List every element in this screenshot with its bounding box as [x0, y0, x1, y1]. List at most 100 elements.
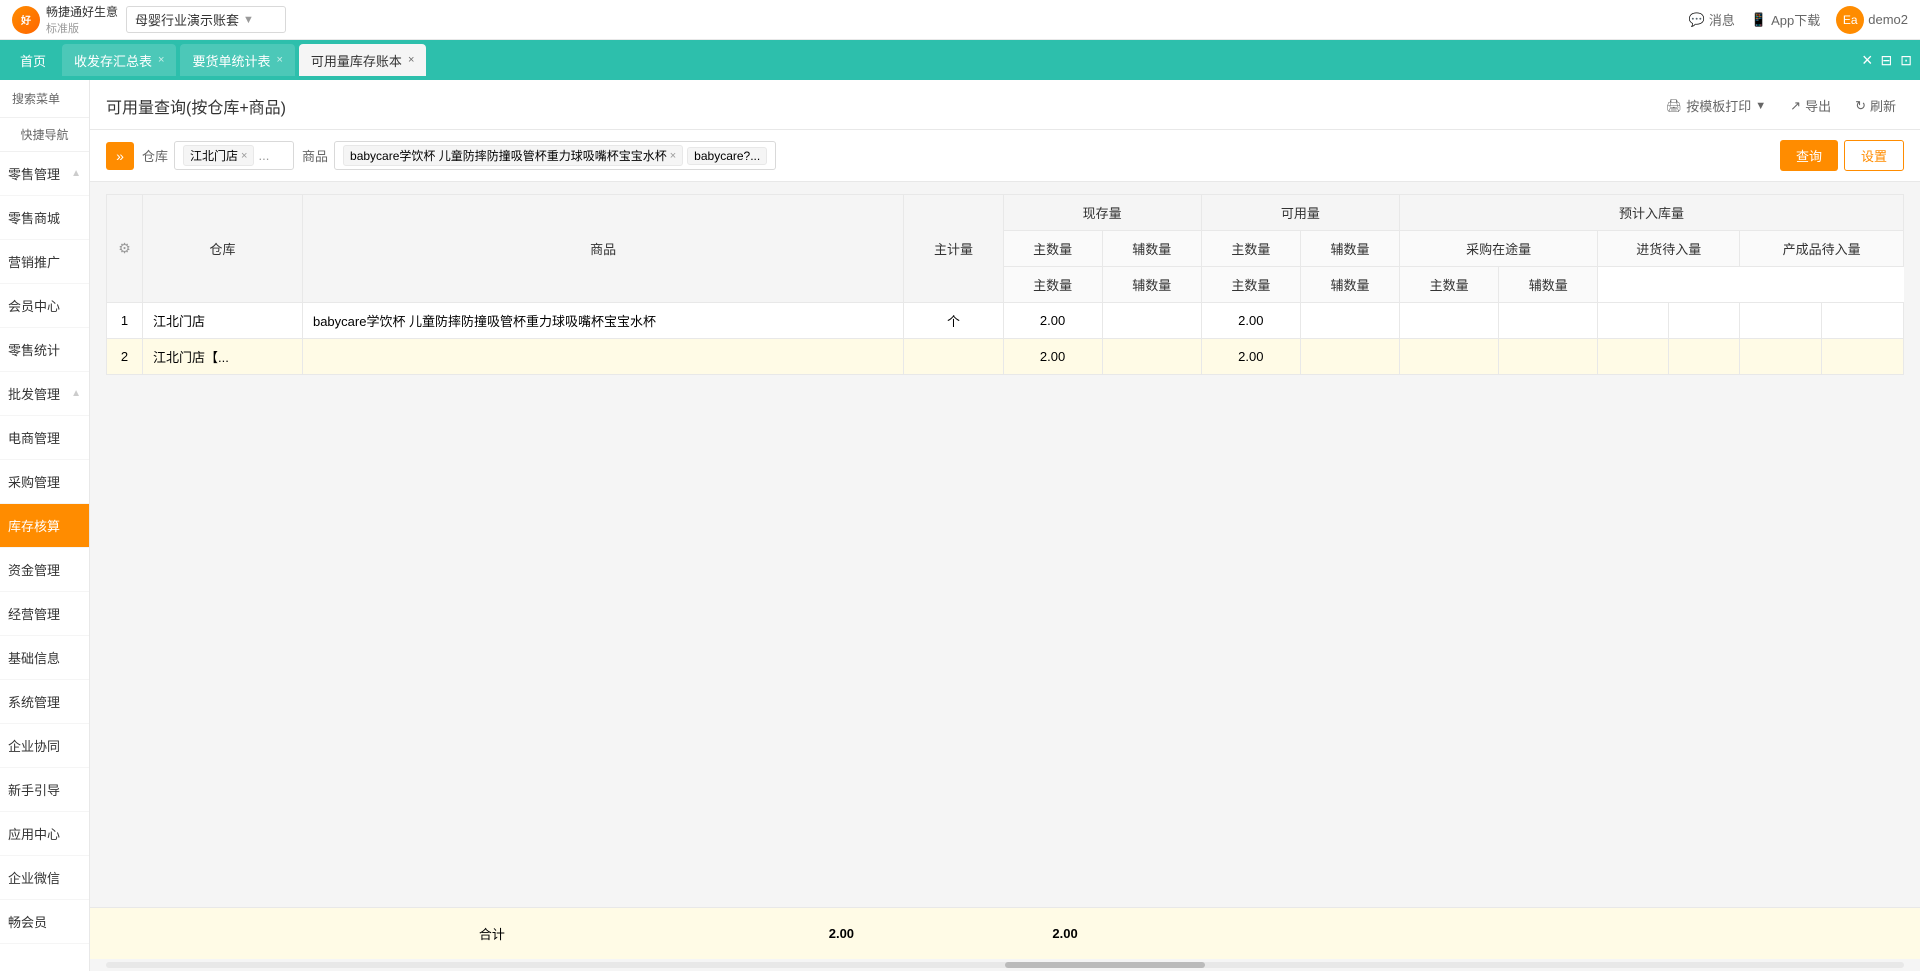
row-stock-aux: [1102, 339, 1201, 375]
app-download-btn[interactable]: 📱 App下载: [1751, 10, 1820, 29]
table-container: ⚙ 仓库 商品 主计量 现存量 可用量 预计入库量 主数量 辅数量 主数量 辅数…: [90, 182, 1920, 907]
page-title: 可用量查询(按仓库+商品): [106, 94, 286, 128]
sidebar: 搜索菜单 快捷导航 零售管理 ▲ 零售商城 营销推广 会员中心 零售统计 批发管…: [0, 80, 90, 971]
tab-receivable-summary[interactable]: 收发存汇总表 ×: [62, 44, 176, 76]
col-header-warehouse: 仓库: [143, 195, 303, 303]
sidebar-item-onboarding[interactable]: 新手引导: [0, 768, 89, 812]
row-ip-aux: [1669, 339, 1740, 375]
row-avail-aux: [1300, 339, 1399, 375]
sidebar-item-member-center[interactable]: 会员中心: [0, 284, 89, 328]
sidebar-item-retail-stats[interactable]: 零售统计: [0, 328, 89, 372]
restore-btn[interactable]: ⊟: [1881, 52, 1893, 69]
sidebar-item-retail-mall[interactable]: 零售商城: [0, 196, 89, 240]
gear-icon[interactable]: ⚙: [118, 240, 131, 256]
row-index: 1: [107, 303, 143, 339]
product-input[interactable]: babycare学饮杯 儿童防摔防撞吸管杯重力球吸嘴杯宝宝水杯 × babyca…: [334, 141, 776, 170]
close-icon[interactable]: ×: [408, 54, 414, 66]
refresh-icon: ↻: [1855, 98, 1866, 114]
top-bar-left: 好 畅捷通好生意 标准版 母婴行业演示账套 ▼: [12, 3, 286, 36]
query-button[interactable]: 查询: [1780, 140, 1838, 171]
refresh-btn[interactable]: ↻ 刷新: [1847, 92, 1904, 119]
sidebar-item-member[interactable]: 畅会员: [0, 900, 89, 944]
chevron-down-icon: ▼: [1755, 100, 1766, 112]
top-bar-right: 💬 消息 📱 App下载 Ea demo2: [1689, 6, 1908, 34]
search-menu-btn[interactable]: 搜索菜单: [8, 88, 81, 109]
export-icon: ↗: [1790, 98, 1801, 114]
print-icon: 🖨: [1666, 98, 1683, 114]
sidebar-item-marketing[interactable]: 营销推广: [0, 240, 89, 284]
user-profile[interactable]: Ea demo2: [1836, 6, 1908, 34]
logo-icon: 好: [12, 6, 40, 34]
warehouse-input[interactable]: 江北门店 × ...: [174, 141, 294, 170]
settings-button[interactable]: 设置: [1844, 140, 1904, 171]
row-product: babycare学饮杯 儿童防摔防撞吸管杯重力球吸嘴杯宝宝水杯: [302, 303, 903, 339]
maximize-btn[interactable]: ⊡: [1900, 52, 1912, 69]
export-btn[interactable]: ↗ 导出: [1782, 92, 1839, 119]
close-icon[interactable]: ×: [276, 54, 282, 66]
minimize-btn[interactable]: ×: [1862, 50, 1873, 71]
message-icon: 💬: [1689, 12, 1705, 28]
sidebar-item-basic-info[interactable]: 基础信息: [0, 636, 89, 680]
tab-available-stock[interactable]: 可用量库存账本 ×: [299, 44, 426, 76]
sidebar-item-wholesale-mgmt[interactable]: 批发管理 ▲: [0, 372, 89, 416]
col-header-avail-aux: 辅数量: [1300, 231, 1399, 267]
sidebar-item-finance[interactable]: 资金管理: [0, 548, 89, 592]
sidebar-item-enterprise-collab[interactable]: 企业协同: [0, 724, 89, 768]
chevron-down-icon: ▼: [243, 14, 254, 26]
scroll-thumb[interactable]: [1005, 962, 1205, 968]
quick-nav-btn[interactable]: 快捷导航: [0, 118, 89, 152]
col-header-finished-main: 主数量: [1400, 267, 1499, 303]
message-btn[interactable]: 💬 消息: [1689, 10, 1735, 29]
sidebar-item-app-center[interactable]: 应用中心: [0, 812, 89, 856]
row-avail-aux: [1300, 303, 1399, 339]
footer-label: 合计: [282, 916, 701, 951]
product-tag-1: babycare学饮杯 儿童防摔防撞吸管杯重力球吸嘴杯宝宝水杯 ×: [343, 145, 683, 166]
product-tag-2: babycare?...: [687, 147, 767, 165]
filter-actions: 查询 设置: [1780, 140, 1904, 171]
footer-avail-main: 2.00: [1009, 916, 1121, 951]
col-header-purchase-transit-aux: 辅数量: [1102, 267, 1201, 303]
col-header-product: 商品: [302, 195, 903, 303]
col-header-stock-main: 主数量: [1003, 231, 1102, 267]
row-ip-main: [1598, 303, 1669, 339]
chevron-icon: ▲: [71, 388, 81, 399]
col-header-purchase-transit-main: 主数量: [1003, 267, 1102, 303]
tab-home[interactable]: 首页: [8, 44, 58, 76]
filter-expand-btn[interactable]: »: [106, 142, 134, 170]
tab-order-stats[interactable]: 要货单统计表 ×: [180, 44, 294, 76]
col-header-finished-pending: 产成品待入量: [1740, 231, 1904, 267]
row-index: 2: [107, 339, 143, 375]
filter-bar: » 仓库 江北门店 × ... 商品 babycare学饮杯 儿童防摔防撞吸管杯…: [90, 130, 1920, 182]
sidebar-search-area: 搜索菜单: [0, 80, 89, 118]
print-btn[interactable]: 🖨 按模板打印 ▼: [1658, 92, 1774, 119]
table-row: 2 江北门店【... 2.00 2.00: [107, 339, 1904, 375]
app-download-icon: 📱: [1751, 12, 1767, 28]
row-warehouse: 江北门店【...: [143, 339, 303, 375]
avatar: Ea: [1836, 6, 1864, 34]
sidebar-item-retail-mgmt[interactable]: 零售管理 ▲: [0, 152, 89, 196]
remove-warehouse-icon[interactable]: ×: [241, 150, 247, 162]
row-unit: 个: [904, 303, 1003, 339]
sidebar-item-inventory[interactable]: 库存核算: [0, 504, 89, 548]
row-stock-main: 2.00: [1003, 339, 1102, 375]
col-header-avail-main: 主数量: [1201, 231, 1300, 267]
scroll-track: [106, 962, 1904, 968]
product-filter-field: 商品 babycare学饮杯 儿童防摔防撞吸管杯重力球吸嘴杯宝宝水杯 × bab…: [302, 141, 776, 170]
remove-product1-icon[interactable]: ×: [670, 150, 676, 162]
row-warehouse: 江北门店: [143, 303, 303, 339]
sidebar-item-wecom[interactable]: 企业微信: [0, 856, 89, 900]
page-header: 可用量查询(按仓库+商品) 🖨 按模板打印 ▼ ↗ 导出 ↻ 刷新: [90, 80, 1920, 130]
sidebar-item-system[interactable]: 系统管理: [0, 680, 89, 724]
row-fp-aux: [1822, 303, 1904, 339]
chevron-icon: ▲: [71, 168, 81, 179]
data-table: ⚙ 仓库 商品 主计量 现存量 可用量 预计入库量 主数量 辅数量 主数量 辅数…: [106, 194, 1904, 375]
col-header-current-stock: 现存量: [1003, 195, 1201, 231]
horizontal-scrollbar[interactable]: [90, 959, 1920, 971]
sidebar-item-operations[interactable]: 经营管理: [0, 592, 89, 636]
sidebar-item-purchase-mgmt[interactable]: 采购管理: [0, 460, 89, 504]
close-icon[interactable]: ×: [158, 54, 164, 66]
row-avail-main: 2.00: [1201, 303, 1300, 339]
sidebar-item-ecommerce[interactable]: 电商管理: [0, 416, 89, 460]
company-selector[interactable]: 母婴行业演示账套 ▼: [126, 6, 286, 33]
main-layout: 搜索菜单 快捷导航 零售管理 ▲ 零售商城 营销推广 会员中心 零售统计 批发管…: [0, 80, 1920, 971]
